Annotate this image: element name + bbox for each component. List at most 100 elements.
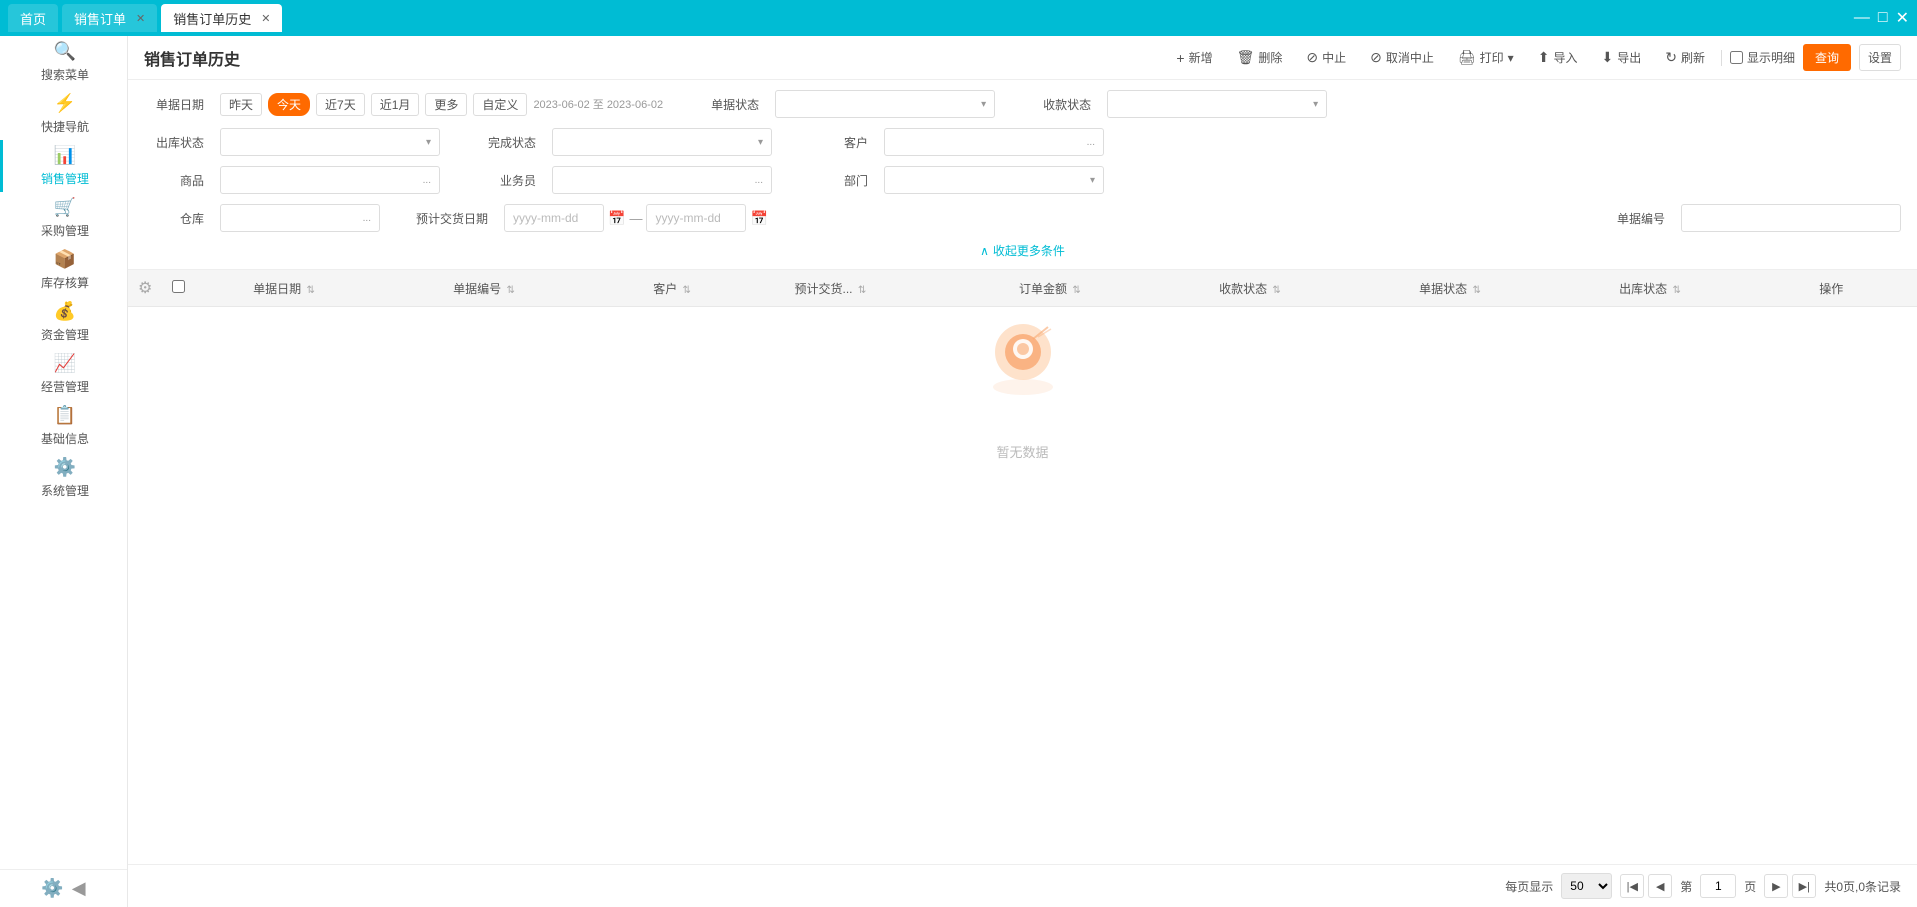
warehouse-select[interactable]: ...: [220, 204, 380, 232]
sidebar-item-quicknav[interactable]: ⚡ 快捷导航: [0, 88, 127, 140]
calendar-from-icon[interactable]: 📅: [608, 210, 625, 227]
bill-no-input[interactable]: [1681, 204, 1901, 232]
page-prev-button[interactable]: ◀: [1648, 874, 1672, 898]
export-icon: ⬇: [1601, 49, 1613, 66]
import-button[interactable]: ⬆ 导入: [1530, 45, 1586, 70]
stop-button[interactable]: ⊘ 中止: [1298, 45, 1354, 70]
page-size-label: 每页显示: [1505, 878, 1553, 895]
toolbar-divider: [1721, 50, 1722, 66]
sort-bill-date-icon: ⇅: [306, 285, 314, 296]
query-button[interactable]: 查询: [1803, 44, 1851, 71]
filter-row-1: 单据日期 昨天 今天 近7天 近1月 更多 自定义 2023-06-02 至 2…: [144, 90, 1901, 118]
cancel-stop-icon: ⊘: [1370, 49, 1382, 66]
date-from-input[interactable]: yyyy-mm-dd: [504, 204, 604, 232]
sidebar-item-finance[interactable]: 💰 资金管理: [0, 296, 127, 348]
select-all-checkbox[interactable]: [172, 280, 185, 293]
window-close-icon[interactable]: ✕: [1896, 8, 1909, 28]
export-button[interactable]: ⬇ 导出: [1593, 45, 1649, 70]
date-btn-yesterday[interactable]: 昨天: [220, 93, 262, 116]
sidebar-item-operations[interactable]: 📈 经营管理: [0, 348, 127, 400]
th-bill-date[interactable]: 单据日期 ⇅: [243, 270, 443, 307]
purchase-icon: 🛒: [54, 197, 76, 218]
delete-button[interactable]: 🗑 删除: [1229, 45, 1291, 70]
empty-illustration: [973, 307, 1073, 407]
tab-sales-order-history[interactable]: 销售订单历史 ✕: [161, 4, 282, 32]
system-icon: ⚙️: [54, 457, 76, 478]
sidebar: 🔍 搜索菜单 ⚡ 快捷导航 📊 销售管理 🛒 采购管理 📦 库存核算 💰 资金管…: [0, 36, 128, 907]
add-label: 新增: [1189, 49, 1213, 66]
show-detail-checkbox[interactable]: [1730, 51, 1743, 64]
th-outbound-status[interactable]: 出库状态 ⇅: [1609, 270, 1809, 307]
date-to-placeholder: yyyy-mm-dd: [655, 211, 720, 225]
complete-status-arrow-icon: ▾: [758, 137, 763, 148]
tab-sales-order-label: 销售订单: [74, 9, 126, 28]
sidebar-item-sales[interactable]: 📊 销售管理: [0, 140, 127, 192]
tab-home[interactable]: 首页: [8, 4, 58, 32]
basic-info-icon: 📋: [54, 405, 76, 426]
date-to-input[interactable]: yyyy-mm-dd: [646, 204, 746, 232]
collapse-up-icon: ∧: [980, 244, 989, 258]
sidebar-item-operations-label: 经营管理: [41, 378, 89, 395]
customer-select[interactable]: ...: [884, 128, 1104, 156]
top-bar-right: — □ ✕: [1854, 8, 1909, 28]
refresh-label: 刷新: [1681, 49, 1705, 66]
show-detail-checkbox-label[interactable]: 显示明细: [1730, 49, 1795, 66]
tab-home-label: 首页: [20, 9, 46, 28]
date-btn-1month[interactable]: 近1月: [371, 93, 420, 116]
sidebar-item-system[interactable]: ⚙️ 系统管理: [0, 452, 127, 504]
add-button[interactable]: + 新增: [1168, 45, 1220, 70]
page-first-button[interactable]: |◀: [1620, 874, 1644, 898]
sidebar-item-search[interactable]: 🔍 搜索菜单: [0, 36, 127, 88]
window-maximize-icon[interactable]: □: [1878, 9, 1888, 27]
th-bill-no[interactable]: 单据编号 ⇅: [443, 270, 643, 307]
print-button[interactable]: 🖨 打印 ▾: [1450, 45, 1522, 70]
date-range-text: 2023-06-02 至 2023-06-02: [533, 96, 663, 112]
tab-sales-order-history-close[interactable]: ✕: [261, 12, 270, 25]
table-gear-icon[interactable]: ⚙: [138, 280, 152, 297]
sort-expected-date-icon: ⇅: [858, 285, 866, 296]
page-last-button[interactable]: ▶|: [1792, 874, 1816, 898]
sidebar-settings-icon[interactable]: ⚙️: [41, 878, 63, 899]
salesperson-label: 业务员: [476, 172, 536, 189]
sidebar-collapse-icon[interactable]: ◀: [72, 878, 86, 899]
th-bill-status[interactable]: 单据状态 ⇅: [1409, 270, 1609, 307]
sidebar-item-purchase[interactable]: 🛒 采购管理: [0, 192, 127, 244]
th-customer[interactable]: 客户 ⇅: [643, 270, 784, 307]
sidebar-item-basic-info[interactable]: 📋 基础信息: [0, 400, 127, 452]
bill-status-arrow-icon: ▾: [981, 99, 986, 110]
finance-icon: 💰: [54, 301, 76, 322]
top-bar: 首页 销售订单 ✕ 销售订单历史 ✕ — □ ✕: [0, 0, 1917, 36]
collapse-button[interactable]: ∧ 收起更多条件: [980, 242, 1065, 259]
date-btn-today[interactable]: 今天: [268, 93, 310, 116]
cancel-stop-button[interactable]: ⊘ 取消中止: [1362, 45, 1442, 70]
th-customer-label: 客户: [653, 282, 677, 296]
cancel-stop-label: 取消中止: [1386, 49, 1434, 66]
th-expected-date[interactable]: 预计交货... ⇅: [785, 270, 1010, 307]
setting-button[interactable]: 设置: [1859, 44, 1901, 71]
date-btn-more[interactable]: 更多: [425, 93, 467, 116]
refresh-button[interactable]: ↻ 刷新: [1657, 45, 1713, 70]
th-receipt-status[interactable]: 收款状态 ⇅: [1209, 270, 1409, 307]
date-btn-7days[interactable]: 近7天: [316, 93, 365, 116]
sidebar-item-inventory[interactable]: 📦 库存核算: [0, 244, 127, 296]
product-select[interactable]: ...: [220, 166, 440, 194]
page-number-input[interactable]: [1700, 874, 1736, 898]
delete-icon: 🗑: [1237, 49, 1255, 66]
receipt-status-select[interactable]: ▾: [1107, 90, 1327, 118]
bill-status-select[interactable]: ▾: [775, 90, 995, 118]
tab-sales-order[interactable]: 销售订单 ✕: [62, 4, 157, 32]
calendar-to-icon[interactable]: 📅: [750, 210, 767, 227]
outbound-status-select[interactable]: ▾: [220, 128, 440, 156]
date-btn-custom[interactable]: 自定义: [473, 93, 527, 116]
data-table: ⚙ 单据日期 ⇅ 单据编号 ⇅: [128, 270, 1917, 307]
department-select[interactable]: ▾: [884, 166, 1104, 194]
page-nav: |◀ ◀ 第 页 ▶ ▶|: [1620, 874, 1816, 898]
page-next-button[interactable]: ▶: [1764, 874, 1788, 898]
th-order-amount[interactable]: 订单金额 ⇅: [1009, 270, 1209, 307]
empty-icon: [973, 307, 1073, 426]
tab-sales-order-close[interactable]: ✕: [136, 12, 145, 25]
page-size-select[interactable]: 50 20 100: [1561, 873, 1612, 899]
complete-status-select[interactable]: ▾: [552, 128, 772, 156]
salesperson-select[interactable]: ...: [552, 166, 772, 194]
window-minimize-icon[interactable]: —: [1854, 9, 1870, 27]
